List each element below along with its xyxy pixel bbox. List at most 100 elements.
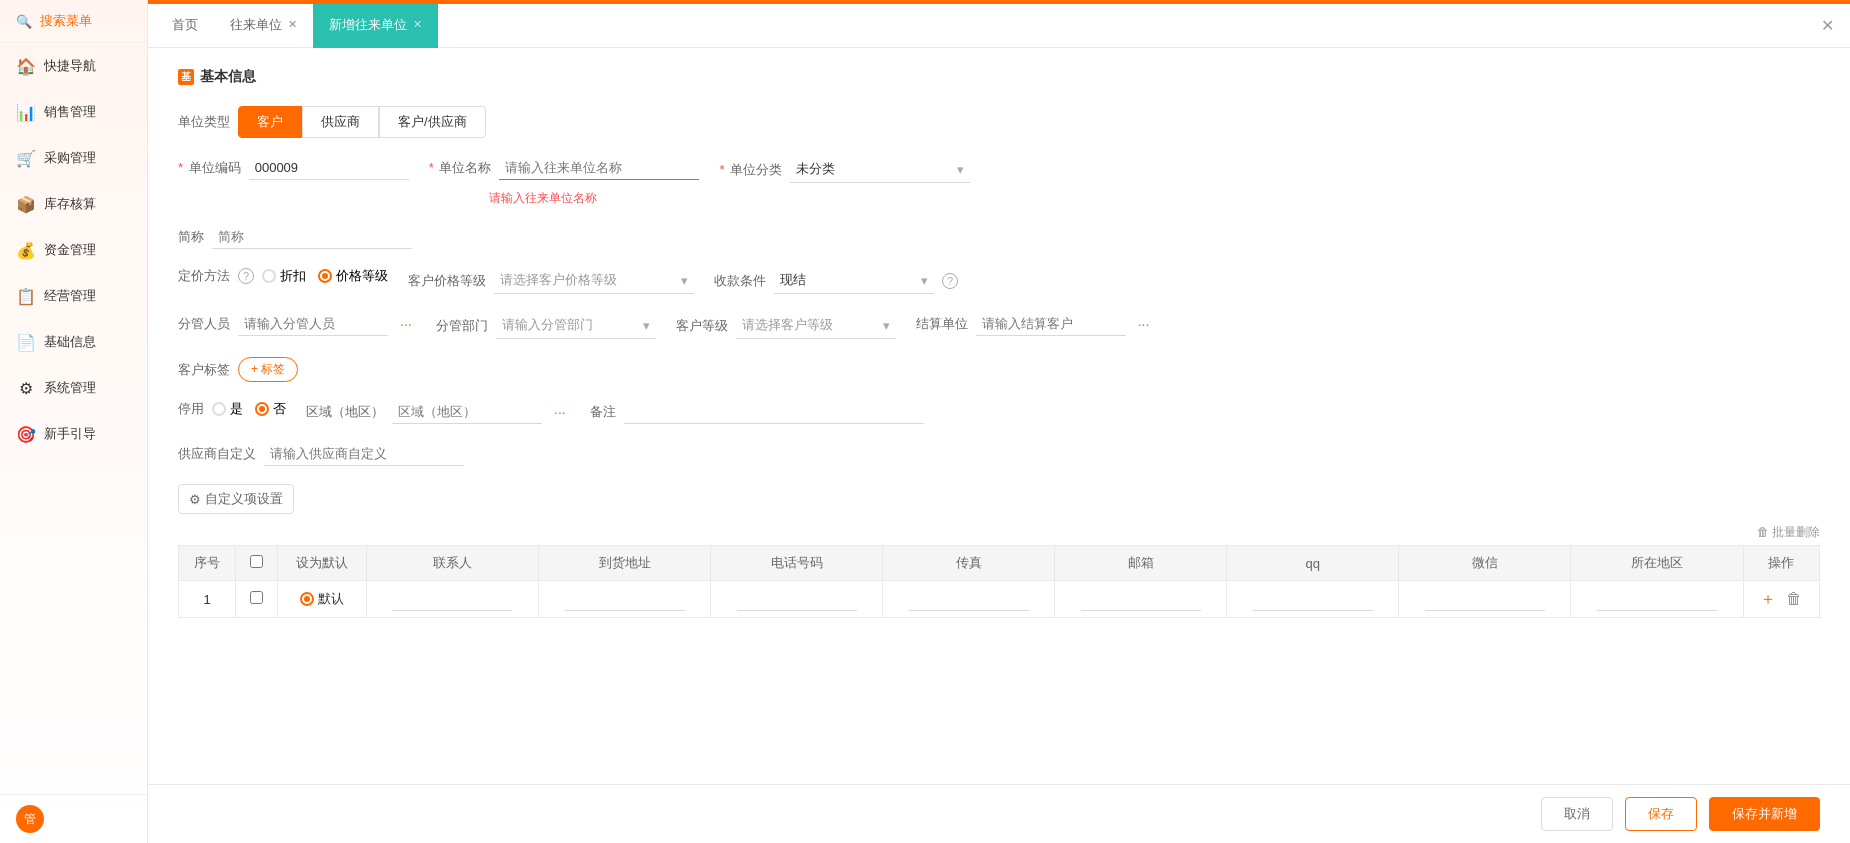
home-icon: 🏠	[16, 56, 36, 76]
save-button[interactable]: 保存	[1625, 797, 1697, 831]
dept-group: 分管部门 请输入分管部门 ▾	[436, 312, 656, 339]
code-name-row: * 单位编码 * 单位名称 请输入往来单位名称 * 单位分类	[178, 156, 1820, 207]
row-checkbox[interactable]	[250, 591, 263, 604]
tab-bar-close[interactable]: ✕	[1813, 16, 1842, 35]
fax-input[interactable]	[909, 587, 1029, 611]
unit-btn-both[interactable]: 客户/供应商	[379, 106, 486, 138]
wechat-input[interactable]	[1425, 587, 1545, 611]
remark-input[interactable]	[624, 400, 924, 424]
alias-input[interactable]	[212, 225, 412, 249]
settlement-input[interactable]	[976, 312, 1126, 336]
sidebar-item-label: 系统管理	[44, 379, 96, 397]
tab-new-partner[interactable]: 新增往来单位 ✕	[313, 4, 438, 48]
alias-label: 简称	[178, 228, 204, 246]
save-new-button[interactable]: 保存并新增	[1709, 797, 1820, 831]
tab-partners-label: 往来单位	[230, 16, 282, 34]
dept-select[interactable]: 请输入分管部门 ▾	[496, 312, 656, 339]
td-address[interactable]	[539, 581, 711, 618]
sidebar-item-purchase[interactable]: 🛒 采购管理	[0, 135, 147, 181]
unit-name-error: 请输入往来单位名称	[489, 190, 597, 207]
payment-group: 收款条件 现结 ▾ ?	[714, 267, 958, 294]
th-address: 到货地址	[539, 546, 711, 581]
custom-settings-label: 自定义项设置	[205, 490, 283, 508]
inventory-icon: 📦	[16, 194, 36, 214]
sidebar-search[interactable]: 🔍 搜索菜单	[0, 0, 147, 43]
radio-price-level[interactable]: 价格等级	[318, 267, 388, 285]
sidebar-item-finance[interactable]: 💰 资金管理	[0, 227, 147, 273]
sidebar-item-label: 采购管理	[44, 149, 96, 167]
payment-value: 现结	[780, 271, 806, 289]
base-info-icon: 📄	[16, 332, 36, 352]
sales-icon: 📊	[16, 102, 36, 122]
payment-select[interactable]: 现结 ▾	[774, 267, 934, 294]
td-email[interactable]	[1055, 581, 1227, 618]
td-fax[interactable]	[883, 581, 1055, 618]
tab-home[interactable]: 首页	[156, 4, 214, 48]
add-tag-button[interactable]: + 标签	[238, 357, 298, 382]
td-region[interactable]	[1571, 581, 1743, 618]
th-email: 邮箱	[1055, 546, 1227, 581]
sidebar-item-system[interactable]: ⚙ 系统管理	[0, 365, 147, 411]
td-qq[interactable]	[1227, 581, 1399, 618]
row-add-icon[interactable]: ＋	[1760, 590, 1776, 607]
payment-label: 收款条件	[714, 272, 766, 290]
tab-partners[interactable]: 往来单位 ✕	[214, 4, 313, 48]
td-default[interactable]: 默认	[277, 581, 366, 618]
manager-input[interactable]	[238, 312, 388, 336]
payment-help-icon[interactable]: ?	[942, 273, 958, 289]
unit-category-select[interactable]: 未分类 ▾	[790, 156, 970, 183]
unit-type-label: 单位类型	[178, 113, 230, 131]
disable-row: 停用 是 否 区域（地区） ··· 备注	[178, 400, 1820, 424]
customer-price-select[interactable]: 请选择客户价格等级 ▾	[494, 267, 694, 294]
batch-delete-btn[interactable]: 🗑 批量删除	[178, 524, 1820, 541]
qq-input[interactable]	[1253, 587, 1373, 611]
row-region-input[interactable]	[1597, 587, 1717, 611]
tab-partners-close[interactable]: ✕	[288, 18, 297, 31]
th-wechat: 微信	[1399, 546, 1571, 581]
region-group: 区域（地区） ···	[306, 400, 570, 424]
region-input[interactable]	[392, 400, 542, 424]
unit-category-group: * 单位分类 未分类 ▾	[719, 156, 970, 183]
section-title: 基本信息	[200, 68, 256, 86]
settlement-more-icon[interactable]: ···	[1134, 316, 1154, 332]
region-more-icon[interactable]: ···	[550, 404, 570, 420]
unit-name-input[interactable]	[499, 156, 699, 180]
select-all-checkbox[interactable]	[250, 555, 263, 568]
td-contact[interactable]	[366, 581, 538, 618]
supplier-custom-input[interactable]	[264, 442, 464, 466]
tab-new-partner-close[interactable]: ✕	[413, 18, 422, 31]
pricing-help-icon[interactable]: ?	[238, 268, 254, 284]
contact-input[interactable]	[392, 587, 512, 611]
sidebar-item-management[interactable]: 📋 经营管理	[0, 273, 147, 319]
th-default: 设为默认	[277, 546, 366, 581]
sidebar-item-base-info[interactable]: 📄 基础信息	[0, 319, 147, 365]
radio-disable-yes[interactable]: 是	[212, 400, 243, 418]
row-default-radio[interactable]: 默认	[288, 590, 356, 608]
sidebar-item-home[interactable]: 🏠 快捷导航	[0, 43, 147, 89]
td-wechat[interactable]	[1399, 581, 1571, 618]
radio-discount[interactable]: 折扣	[262, 267, 306, 285]
address-input[interactable]	[565, 587, 685, 611]
th-phone: 电话号码	[711, 546, 883, 581]
customer-level-select[interactable]: 请选择客户等级 ▾	[736, 312, 896, 339]
th-fax: 传真	[883, 546, 1055, 581]
custom-settings-button[interactable]: ⚙ 自定义项设置	[178, 484, 294, 514]
manager-label: 分管人员	[178, 315, 230, 333]
row-del-icon[interactable]: 🗑	[1786, 590, 1802, 607]
phone-input[interactable]	[737, 587, 857, 611]
manager-more-icon[interactable]: ···	[396, 316, 416, 332]
sidebar-item-inventory[interactable]: 📦 库存核算	[0, 181, 147, 227]
td-phone[interactable]	[711, 581, 883, 618]
pricing-label: 定价方法	[178, 267, 230, 285]
cancel-button[interactable]: 取消	[1541, 797, 1613, 831]
radio-disable-no[interactable]: 否	[255, 400, 286, 418]
email-input[interactable]	[1081, 587, 1201, 611]
tag-btn-label: + 标签	[251, 361, 285, 378]
sidebar-item-label: 销售管理	[44, 103, 96, 121]
unit-code-input[interactable]	[249, 156, 409, 180]
sidebar-item-sales[interactable]: 📊 销售管理	[0, 89, 147, 135]
unit-btn-customer[interactable]: 客户	[238, 106, 302, 138]
sidebar-item-guide[interactable]: 🎯 新手引导	[0, 411, 147, 457]
customer-price-placeholder: 请选择客户价格等级	[500, 271, 617, 289]
unit-btn-supplier[interactable]: 供应商	[302, 106, 379, 138]
